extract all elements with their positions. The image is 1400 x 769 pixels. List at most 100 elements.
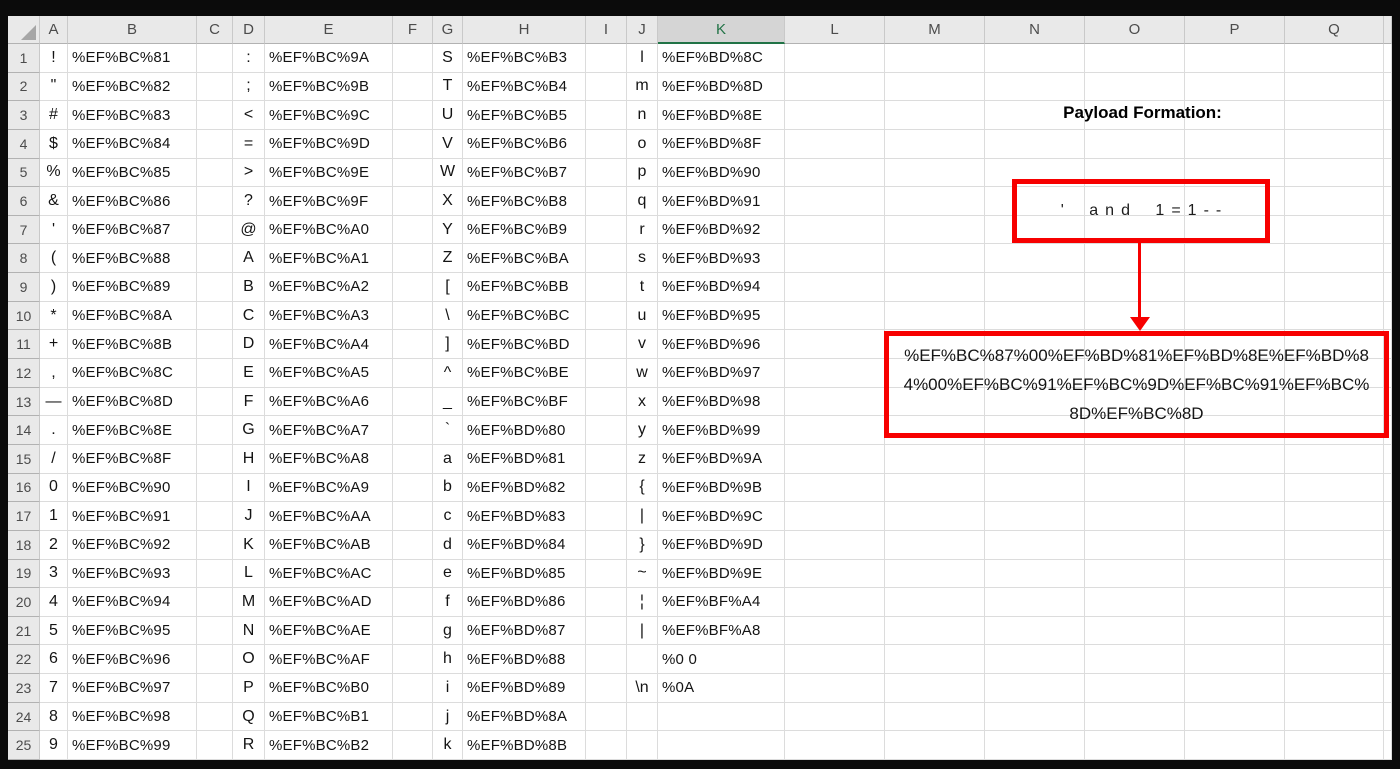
cell[interactable]: %EF%BC%8A xyxy=(68,301,197,331)
cell[interactable] xyxy=(985,616,1085,646)
row-header-2[interactable]: 2 xyxy=(8,72,40,102)
cell[interactable] xyxy=(393,273,433,302)
cell[interactable] xyxy=(1185,588,1285,617)
cell[interactable]: $ xyxy=(40,129,68,159)
row-header-14[interactable]: 14 xyxy=(8,416,40,445)
cell[interactable]: %EF%BD%8F xyxy=(658,129,785,159)
cell[interactable] xyxy=(393,444,433,474)
cell[interactable]: %EF%BD%95 xyxy=(658,301,785,331)
cell[interactable] xyxy=(985,215,1085,245)
cell[interactable] xyxy=(785,588,885,617)
cell[interactable] xyxy=(985,502,1085,531)
cell[interactable] xyxy=(985,129,1085,159)
cell[interactable]: k xyxy=(433,731,463,760)
column-header-B[interactable]: B xyxy=(68,16,197,44)
cell[interactable] xyxy=(393,502,433,531)
cell[interactable] xyxy=(1384,674,1392,703)
cell[interactable]: + xyxy=(40,330,68,360)
cell[interactable] xyxy=(1285,244,1384,274)
cell[interactable] xyxy=(197,416,233,445)
cell[interactable] xyxy=(1085,158,1185,188)
column-header-L[interactable]: L xyxy=(785,16,885,44)
cell[interactable] xyxy=(1285,530,1384,560)
cell[interactable]: C xyxy=(233,301,265,331)
cell[interactable]: %EF%BC%B0 xyxy=(265,674,393,703)
cell[interactable] xyxy=(985,72,1085,102)
cell[interactable] xyxy=(1285,129,1384,159)
cell[interactable] xyxy=(393,559,433,589)
cell[interactable] xyxy=(393,101,433,130)
cell[interactable] xyxy=(586,731,627,760)
cell[interactable] xyxy=(586,158,627,188)
cell[interactable] xyxy=(586,359,627,388)
cell[interactable]: q xyxy=(627,187,658,216)
cell[interactable] xyxy=(197,101,233,130)
cell[interactable] xyxy=(885,387,985,417)
cell[interactable]: t xyxy=(627,273,658,302)
cell[interactable] xyxy=(1285,44,1384,73)
row-header-25[interactable]: 25 xyxy=(8,731,40,760)
cell[interactable] xyxy=(785,702,885,732)
row-header-20[interactable]: 20 xyxy=(8,588,40,617)
cell[interactable]: , xyxy=(40,359,68,388)
cell[interactable]: %EF%BC%A1 xyxy=(265,244,393,274)
cell[interactable] xyxy=(1085,502,1185,531)
column-header-G[interactable]: G xyxy=(433,16,463,44)
row-header-11[interactable]: 11 xyxy=(8,330,40,360)
cell[interactable] xyxy=(985,101,1085,130)
cell[interactable] xyxy=(1384,731,1392,760)
cell[interactable]: l xyxy=(627,44,658,73)
cell[interactable] xyxy=(1085,244,1185,274)
cell[interactable] xyxy=(785,72,885,102)
cell[interactable]: %EF%BC%AF xyxy=(265,645,393,675)
cell[interactable] xyxy=(985,702,1085,732)
cell[interactable] xyxy=(985,731,1085,760)
row-header-16[interactable]: 16 xyxy=(8,473,40,503)
cell[interactable] xyxy=(1285,416,1384,445)
cell[interactable] xyxy=(885,444,985,474)
cell[interactable]: @ xyxy=(233,215,265,245)
cell[interactable]: %EF%BC%98 xyxy=(68,702,197,732)
cell[interactable] xyxy=(393,301,433,331)
cell[interactable]: X xyxy=(433,187,463,216)
cell[interactable] xyxy=(1085,588,1185,617)
cell[interactable] xyxy=(885,72,985,102)
cell[interactable]: %EF%BC%9B xyxy=(265,72,393,102)
cell[interactable] xyxy=(393,645,433,675)
cell[interactable]: ^ xyxy=(433,359,463,388)
cell[interactable] xyxy=(393,187,433,216)
cell[interactable] xyxy=(885,215,985,245)
cell[interactable] xyxy=(785,444,885,474)
cell[interactable] xyxy=(985,473,1085,503)
cell[interactable] xyxy=(586,616,627,646)
cell[interactable]: %EF%BC%86 xyxy=(68,187,197,216)
cell[interactable] xyxy=(1085,645,1185,675)
cell[interactable]: 7 xyxy=(40,674,68,703)
cell[interactable]: %EF%BD%86 xyxy=(463,588,586,617)
cell[interactable] xyxy=(1085,530,1185,560)
cell[interactable] xyxy=(1384,502,1392,531)
cell[interactable]: %EF%BF%A8 xyxy=(658,616,785,646)
cell[interactable] xyxy=(885,559,985,589)
column-header-P[interactable]: P xyxy=(1185,16,1285,44)
cell[interactable]: %EF%BD%97 xyxy=(658,359,785,388)
cell[interactable] xyxy=(586,444,627,474)
cell[interactable]: W xyxy=(433,158,463,188)
cell[interactable] xyxy=(1185,387,1285,417)
cell[interactable] xyxy=(1384,416,1392,445)
cell[interactable]: ? xyxy=(233,187,265,216)
cell[interactable]: Y xyxy=(433,215,463,245)
cell[interactable] xyxy=(1085,416,1185,445)
cell[interactable] xyxy=(985,444,1085,474)
cell[interactable] xyxy=(586,588,627,617)
cell[interactable]: A xyxy=(233,244,265,274)
cell[interactable] xyxy=(1185,359,1285,388)
cell[interactable]: %EF%BC%A2 xyxy=(265,273,393,302)
cell[interactable] xyxy=(885,530,985,560)
cell[interactable] xyxy=(1185,44,1285,73)
cell[interactable] xyxy=(1085,273,1185,302)
cell[interactable]: %EF%BD%83 xyxy=(463,502,586,531)
cell[interactable] xyxy=(1085,301,1185,331)
cell[interactable] xyxy=(785,101,885,130)
cell[interactable]: T xyxy=(433,72,463,102)
